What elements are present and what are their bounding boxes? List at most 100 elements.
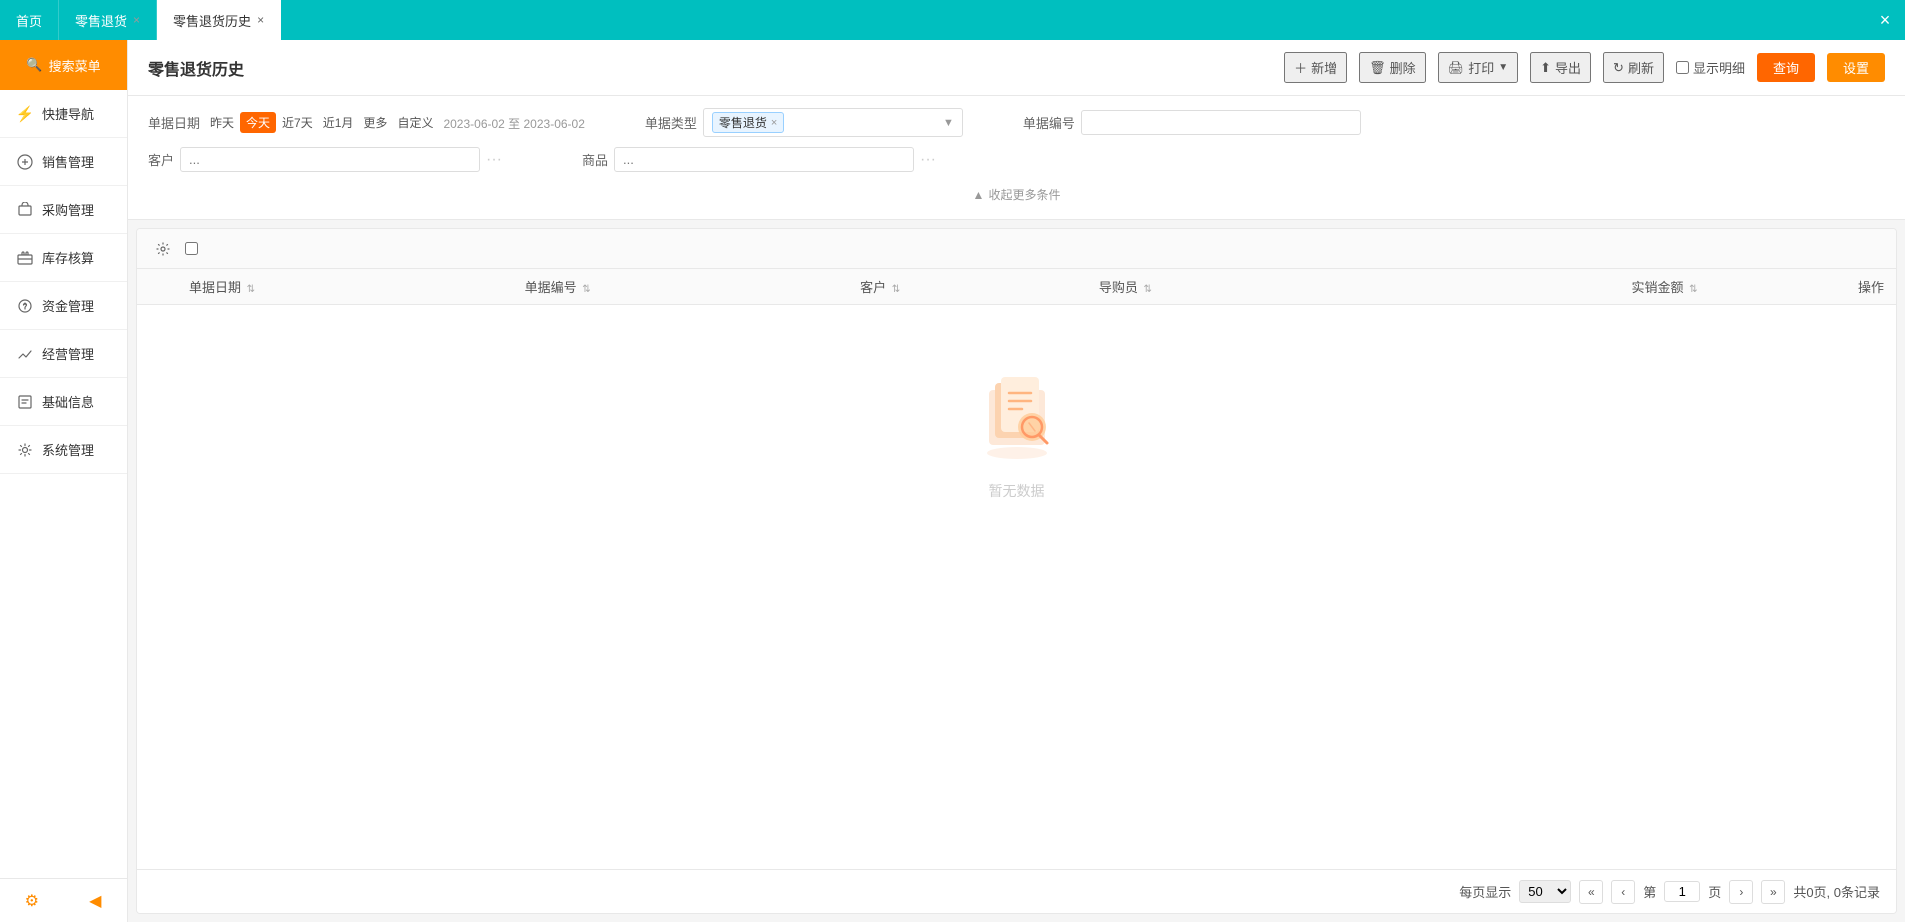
inventory-icon: [16, 249, 34, 267]
show-detail-label: 显示明细: [1693, 58, 1745, 77]
setting-button[interactable]: 设置: [1827, 53, 1885, 82]
col-date[interactable]: 单据日期 ⇅: [177, 269, 513, 305]
search-menu-label: 搜索菜单: [49, 56, 101, 75]
sidebar-item-basic-info-label: 基础信息: [42, 392, 94, 411]
empty-state: 暂无数据: [137, 305, 1896, 561]
purchase-mgmt-icon: [16, 201, 34, 219]
tab-retail-return-history-label: 零售退货历史: [173, 11, 251, 30]
voucher-type-tag-text: 零售退货: [719, 114, 767, 131]
voucher-type-tag-close[interactable]: ×: [771, 117, 777, 129]
date-today-btn[interactable]: 今天: [240, 112, 276, 133]
table-toolbar: [137, 229, 1896, 269]
query-button[interactable]: 查询: [1757, 53, 1815, 82]
per-page-select[interactable]: 10 20 50 100: [1519, 880, 1571, 903]
date-more-btn[interactable]: 更多: [359, 112, 391, 133]
collapse-bar[interactable]: ▲ 收起更多条件: [148, 182, 1885, 207]
pagination-bar: 每页显示 10 20 50 100 « ‹ 第 页 › » 共0页, 0条记录: [137, 869, 1896, 913]
customer-label: 客户: [148, 150, 174, 169]
select-all-checkbox[interactable]: [185, 242, 198, 255]
tab-retail-return-close[interactable]: ×: [133, 13, 140, 27]
sidebar-nav: ⚡ 快捷导航 销售管理 采购管理 库存核算: [0, 90, 127, 878]
date-yesterday-btn[interactable]: 昨天: [206, 112, 238, 133]
page-label: 第: [1643, 882, 1656, 901]
tab-home[interactable]: 首页: [0, 0, 59, 40]
print-button[interactable]: 🖨 打印 ▼: [1438, 52, 1518, 83]
print-dropdown-icon: ▼: [1498, 62, 1508, 73]
print-label: 打印: [1468, 58, 1494, 77]
delete-icon: 🗑: [1369, 60, 1386, 76]
sidebar-item-finance[interactable]: 资金管理: [0, 282, 127, 330]
customer-input[interactable]: [180, 147, 480, 172]
date-1month-btn[interactable]: 近1月: [319, 112, 358, 133]
sidebar-item-inventory[interactable]: 库存核算: [0, 234, 127, 282]
collapse-up-icon: ▲: [973, 188, 985, 202]
next-page-button[interactable]: ›: [1729, 880, 1753, 904]
filter-row-2: 客户 ··· 商品 ···: [148, 147, 1885, 172]
page-input[interactable]: [1664, 881, 1700, 902]
sidebar-item-purchase-mgmt[interactable]: 采购管理: [0, 186, 127, 234]
export-label: 导出: [1555, 58, 1581, 77]
first-page-button[interactable]: «: [1579, 880, 1603, 904]
sidebar-collapse-button[interactable]: ◀: [79, 885, 111, 917]
total-info: 共0页, 0条记录: [1793, 882, 1880, 901]
refresh-icon: ↻: [1613, 60, 1624, 76]
voucher-type-select[interactable]: 零售退货 × ▼: [703, 108, 963, 137]
tab-retail-return-history[interactable]: 零售退货历史 ×: [157, 0, 281, 40]
empty-text: 暂无数据: [989, 481, 1045, 501]
window-close-button[interactable]: ×: [1865, 0, 1905, 40]
operations-icon: [16, 345, 34, 363]
content-area: 零售退货历史 ＋ 新增 🗑 删除 🖨 打印 ▼ ⬆ 导出: [128, 40, 1905, 922]
export-button[interactable]: ⬆ 导出: [1530, 52, 1591, 83]
show-detail-checkbox[interactable]: [1676, 61, 1689, 74]
date-7days-btn[interactable]: 近7天: [278, 112, 317, 133]
collapse-label: 收起更多条件: [988, 186, 1060, 203]
goods-input[interactable]: [614, 147, 914, 172]
search-menu-icon: 🔍: [26, 57, 42, 73]
voucher-number-input[interactable]: [1081, 110, 1361, 135]
goods-label: 商品: [582, 150, 608, 169]
col-customer[interactable]: 客户 ⇅: [848, 269, 1087, 305]
show-detail-checkbox-label[interactable]: 显示明细: [1676, 58, 1745, 77]
sidebar-item-system-mgmt[interactable]: 系统管理: [0, 426, 127, 474]
sidebar-item-operations[interactable]: 经营管理: [0, 330, 127, 378]
refresh-label: 刷新: [1628, 58, 1654, 77]
sidebar-item-basic-info[interactable]: 基础信息: [0, 378, 127, 426]
sidebar-item-finance-label: 资金管理: [42, 296, 94, 315]
table-settings-button[interactable]: [149, 235, 177, 263]
voucher-number-filter: 单据编号: [1023, 110, 1361, 135]
sidebar-item-purchase-mgmt-label: 采购管理: [42, 200, 94, 219]
col-customer-label: 客户: [860, 280, 886, 295]
tab-retail-return-history-close[interactable]: ×: [257, 13, 264, 27]
goods-filter: 商品 ···: [582, 147, 936, 172]
voucher-type-filter: 单据类型 零售退货 × ▼: [645, 108, 963, 137]
col-checkbox: [137, 269, 177, 305]
col-number[interactable]: 单据编号 ⇅: [513, 269, 849, 305]
col-amount-sort-icon: ⇅: [1689, 284, 1697, 295]
col-guide[interactable]: 导购员 ⇅: [1087, 269, 1374, 305]
delete-button[interactable]: 🗑 删除: [1359, 52, 1426, 83]
tab-retail-return[interactable]: 零售退货 ×: [59, 0, 157, 40]
top-bar: 首页 零售退货 × 零售退货历史 × ×: [0, 0, 1905, 40]
voucher-type-chevron-icon: ▼: [943, 117, 954, 129]
per-page-label: 每页显示: [1459, 882, 1511, 901]
sidebar-item-sales-mgmt[interactable]: 销售管理: [0, 138, 127, 186]
col-amount[interactable]: 实销金额 ⇅: [1374, 269, 1710, 305]
col-number-sort-icon: ⇅: [582, 284, 590, 295]
last-page-button[interactable]: »: [1761, 880, 1785, 904]
customer-more-btn[interactable]: ···: [486, 151, 502, 169]
voucher-number-label: 单据编号: [1023, 113, 1075, 132]
sidebar-settings-button[interactable]: ⚙: [16, 885, 48, 917]
goods-more-btn[interactable]: ···: [920, 151, 936, 169]
add-button[interactable]: ＋ 新增: [1284, 52, 1347, 83]
search-menu-button[interactable]: 🔍 搜索菜单: [0, 40, 127, 90]
voucher-type-tag: 零售退货 ×: [712, 112, 784, 133]
sales-mgmt-icon: [16, 153, 34, 171]
refresh-button[interactable]: ↻ 刷新: [1603, 52, 1664, 83]
delete-label: 删除: [1390, 58, 1416, 77]
date-custom-btn[interactable]: 自定义: [393, 112, 437, 133]
page-title: 零售退货历史: [148, 56, 244, 80]
sidebar-item-quick-nav[interactable]: ⚡ 快捷导航: [0, 90, 127, 138]
prev-page-button[interactable]: ‹: [1611, 880, 1635, 904]
tab-list: 首页 零售退货 × 零售退货历史 ×: [0, 0, 1865, 40]
finance-icon: [16, 297, 34, 315]
